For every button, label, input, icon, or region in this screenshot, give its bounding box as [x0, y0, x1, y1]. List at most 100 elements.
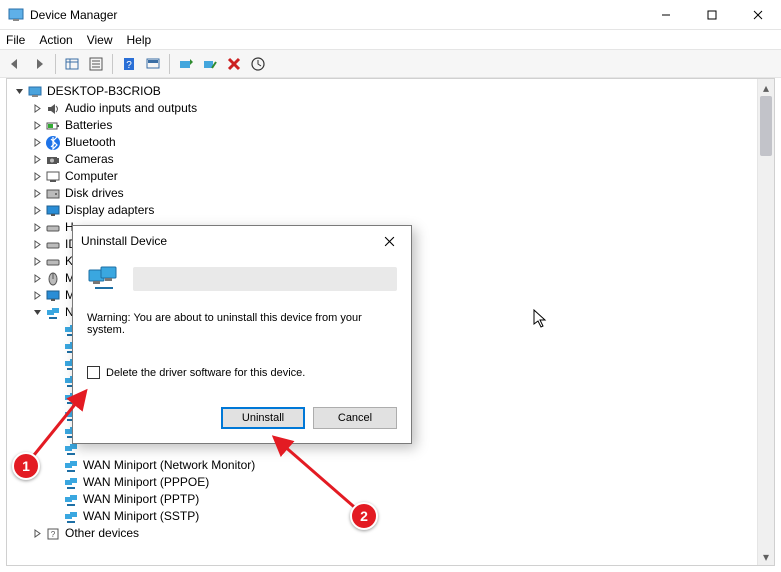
cancel-button[interactable]: Cancel [313, 407, 397, 429]
minimize-button[interactable] [643, 0, 689, 30]
tree-row[interactable]: WAN Miniport (Network Monitor) [9, 457, 772, 474]
dialog-warning-text: Warning: You are about to uninstall this… [87, 312, 397, 336]
menubar: File Action View Help [0, 30, 781, 50]
display-icon [45, 203, 61, 219]
hid-icon [45, 220, 61, 236]
tree-label: Computer [65, 168, 118, 185]
tree-row[interactable]: Disk drives [9, 185, 772, 202]
forward-button[interactable] [28, 53, 50, 75]
menu-file[interactable]: File [6, 33, 25, 47]
chevron-right-icon[interactable] [31, 120, 43, 132]
net-icon [63, 475, 79, 491]
svg-text:?: ? [51, 530, 56, 539]
scroll-thumb[interactable] [760, 96, 772, 156]
disable-button[interactable] [199, 53, 221, 75]
chevron-right-icon[interactable] [31, 188, 43, 200]
tree-row[interactable]: WAN Miniport (PPPOE) [9, 474, 772, 491]
delete-driver-label: Delete the driver software for this devi… [106, 367, 305, 379]
tree-label: Bluetooth [65, 134, 116, 151]
scan-hardware-button[interactable] [247, 53, 269, 75]
tree-row[interactable]: Batteries [9, 117, 772, 134]
bt-icon [45, 135, 61, 151]
scan-button[interactable] [142, 53, 164, 75]
device-manager-icon [8, 7, 24, 23]
toolbar: ? [0, 50, 781, 78]
chevron-right-icon[interactable] [31, 239, 43, 251]
tree-label: Batteries [65, 117, 112, 134]
net-icon [63, 509, 79, 525]
chevron-right-icon[interactable] [31, 222, 43, 234]
vertical-scrollbar[interactable]: ▴ ▾ [757, 79, 774, 565]
tree-row[interactable]: Audio inputs and outputs [9, 100, 772, 117]
mouse-cursor-icon [533, 309, 549, 332]
tree-label: Disk drives [65, 185, 124, 202]
hid-icon [45, 254, 61, 270]
dialog-close-button[interactable] [375, 229, 403, 253]
network-adapter-icon [87, 264, 123, 294]
chevron-down-icon[interactable] [13, 86, 25, 98]
scroll-up-icon[interactable]: ▴ [758, 79, 774, 96]
other-icon: ? [45, 526, 61, 542]
titlebar: Device Manager [0, 0, 781, 30]
mouse-icon [45, 271, 61, 287]
tree-label: Cameras [65, 151, 114, 168]
properties-button[interactable] [85, 53, 107, 75]
svg-text:?: ? [126, 60, 132, 71]
battery-icon [45, 118, 61, 134]
computer-icon [45, 169, 61, 185]
tree-label: Display adapters [65, 202, 154, 219]
net-icon [45, 305, 61, 321]
tree-row[interactable]: ? Other devices [9, 525, 772, 542]
delete-driver-checkbox[interactable] [87, 366, 100, 379]
tree-label: DESKTOP-B3CRIOB [47, 83, 161, 100]
maximize-button[interactable] [689, 0, 735, 30]
delete-driver-checkbox-row[interactable]: Delete the driver software for this devi… [87, 366, 397, 379]
close-button[interactable] [735, 0, 781, 30]
tree-label: WAN Miniport (PPTP) [83, 491, 199, 508]
uninstall-button[interactable] [223, 53, 245, 75]
window-controls [643, 0, 781, 30]
tree-row[interactable]: DESKTOP-B3CRIOB [9, 83, 772, 100]
uninstall-device-dialog: Uninstall Device Warning: You are about … [72, 225, 412, 444]
tree-row[interactable]: WAN Miniport (SSTP) [9, 508, 772, 525]
chevron-right-icon[interactable] [31, 290, 43, 302]
update-driver-button[interactable] [175, 53, 197, 75]
uninstall-confirm-button[interactable]: Uninstall [221, 407, 305, 429]
speaker-icon [45, 101, 61, 117]
menu-action[interactable]: Action [39, 33, 72, 47]
disk-icon [45, 186, 61, 202]
chevron-right-icon[interactable] [31, 103, 43, 115]
display-icon [45, 288, 61, 304]
tree-label: WAN Miniport (Network Monitor) [83, 457, 255, 474]
dialog-title: Uninstall Device [81, 234, 167, 248]
tree-row[interactable]: Display adapters [9, 202, 772, 219]
tree-label: Audio inputs and outputs [65, 100, 197, 117]
scroll-down-icon[interactable]: ▾ [758, 548, 774, 565]
tree-row[interactable]: WAN Miniport (PPTP) [9, 491, 772, 508]
device-name-redacted [133, 267, 397, 291]
chevron-right-icon[interactable] [31, 256, 43, 268]
help-button[interactable]: ? [118, 53, 140, 75]
tree-label: WAN Miniport (PPPOE) [83, 474, 209, 491]
tree-row[interactable]: Cameras [9, 151, 772, 168]
tree-row[interactable]: Computer [9, 168, 772, 185]
tree-label: WAN Miniport (SSTP) [83, 508, 199, 525]
menu-view[interactable]: View [87, 33, 113, 47]
chevron-right-icon[interactable] [31, 528, 43, 540]
chevron-right-icon[interactable] [31, 171, 43, 183]
tree-label: Other devices [65, 525, 139, 542]
net-icon [63, 492, 79, 508]
net-icon [63, 458, 79, 474]
pc-icon [27, 84, 43, 100]
chevron-right-icon[interactable] [31, 273, 43, 285]
tree-row[interactable]: Bluetooth [9, 134, 772, 151]
window-title: Device Manager [30, 8, 643, 22]
chevron-right-icon[interactable] [31, 205, 43, 217]
dialog-titlebar: Uninstall Device [73, 226, 411, 256]
show-hidden-button[interactable] [61, 53, 83, 75]
chevron-down-icon[interactable] [31, 307, 43, 319]
chevron-right-icon[interactable] [31, 154, 43, 166]
back-button[interactable] [4, 53, 26, 75]
menu-help[interactable]: Help [127, 33, 152, 47]
chevron-right-icon[interactable] [31, 137, 43, 149]
